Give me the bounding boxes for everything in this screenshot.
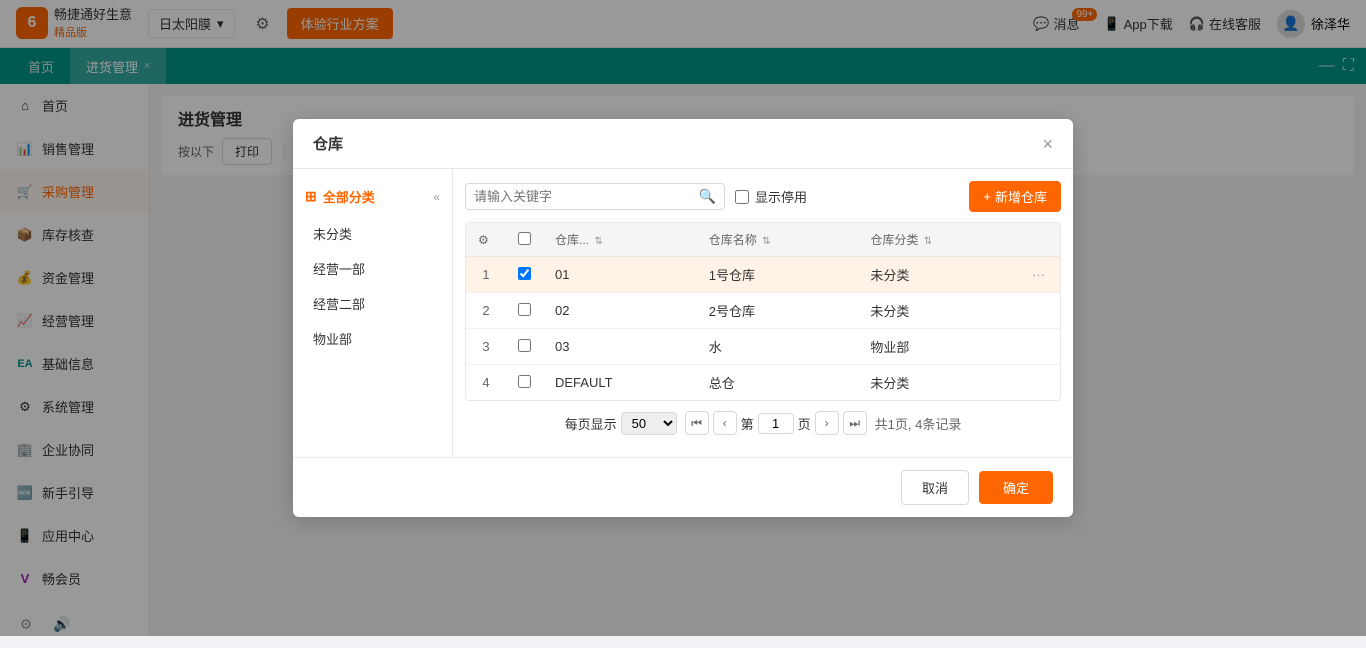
add-warehouse-button[interactable]: + 新增仓库 [969,181,1061,212]
row-code: 03 [543,329,697,365]
modal-content-area: 🔍 显示停用 + 新增仓库 [453,169,1073,457]
plus-icon: + [983,189,991,204]
row-checkbox[interactable] [506,365,543,401]
modal-toolbar: 🔍 显示停用 + 新增仓库 [465,181,1061,212]
row-name: 总仓 [697,365,859,401]
modal-footer: 取消 确定 [293,457,1073,517]
table-row[interactable]: 2 02 2号仓库 未分类 [466,293,1060,329]
row-code: 01 [543,257,697,293]
sort-icon-code: ⇅ [594,236,602,247]
row-name: 2号仓库 [697,293,859,329]
page-navigation: ⏮ ‹ 第 页 › ⏭ [685,411,867,435]
col-category-label: 仓库分类 [870,233,918,247]
table-row[interactable]: 3 03 水 物业部 [466,329,1060,365]
page-unit: 页 [798,414,811,433]
col-name-header: 仓库名称 ⇅ [697,223,859,257]
category-title-label: 全部分类 [323,187,375,206]
warehouse-modal: 仓库 × ⊞ 全部分类 « 未分类 经营一部 经营二部 物业部 [293,119,1073,517]
modal-header: 仓库 × [293,119,1073,169]
row-category: 物业部 [858,329,1020,365]
page-summary: 共1页, 4条记录 [875,414,962,433]
row-actions[interactable] [1020,365,1060,401]
col-settings[interactable]: ⚙ [466,223,506,257]
category-item-ops2[interactable]: 经营二部 [293,286,452,321]
page-label: 第 [741,414,754,433]
row-checkbox[interactable] [506,293,543,329]
modal-sidebar-title: ⊞ 全部分类 [305,187,375,206]
row-category: 未分类 [858,257,1020,293]
col-name-label: 仓库名称 [709,233,757,247]
col-category-header: 仓库分类 ⇅ [858,223,1020,257]
modal-close-button[interactable]: × [1042,135,1053,153]
col-checkbox-header[interactable] [506,223,543,257]
modal-pagination: 每页显示 50 20 100 ⏮ ‹ 第 页 › [465,401,1061,445]
row-num: 2 [466,293,506,329]
row-code: 02 [543,293,697,329]
row-actions[interactable]: ··· [1020,257,1060,293]
per-page-label: 每页显示 [565,414,617,433]
prev-page-button[interactable]: ‹ [713,411,737,435]
row-more-icon[interactable]: ··· [1032,267,1045,282]
row-name: 1号仓库 [697,257,859,293]
row-code: DEFAULT [543,365,697,401]
collapse-button[interactable]: « [433,190,440,204]
row-category: 未分类 [858,365,1020,401]
select-all-checkbox[interactable] [518,232,531,245]
confirm-button[interactable]: 确定 [979,471,1053,504]
row-num: 1 [466,257,506,293]
category-item-ops1[interactable]: 经营一部 [293,251,452,286]
row-actions[interactable] [1020,293,1060,329]
modal-sidebar-header: ⊞ 全部分类 « [293,181,452,216]
modal-title: 仓库 [313,133,343,154]
show-disabled-area: 显示停用 [735,187,807,206]
search-input[interactable] [474,189,699,204]
add-btn-label: 新增仓库 [995,187,1047,206]
col-code-header: 仓库... ⇅ [543,223,697,257]
next-page-button[interactable]: › [815,411,839,435]
table-row[interactable]: 4 DEFAULT 总仓 未分类 [466,365,1060,401]
col-actions-header [1020,223,1060,257]
row-num: 3 [466,329,506,365]
show-disabled-checkbox[interactable] [735,190,749,204]
grid-icon: ⊞ [305,188,317,205]
row-category: 未分类 [858,293,1020,329]
row-checkbox[interactable] [506,257,543,293]
sort-icon-name: ⇅ [762,236,770,247]
first-page-button[interactable]: ⏮ [685,411,709,435]
search-box: 🔍 [465,183,725,210]
modal-category-sidebar: ⊞ 全部分类 « 未分类 经营一部 经营二部 物业部 [293,169,453,457]
warehouse-table: ⚙ 仓库... ⇅ 仓库名称 ⇅ [465,222,1061,401]
modal-body: ⊞ 全部分类 « 未分类 经营一部 经营二部 物业部 🔍 [293,169,1073,457]
page-size-area: 每页显示 50 20 100 [565,412,677,435]
category-item-unclassified[interactable]: 未分类 [293,216,452,251]
col-code-label: 仓库... [555,233,589,247]
sort-icon-category: ⇅ [924,236,932,247]
show-disabled-label: 显示停用 [755,187,807,206]
category-item-property[interactable]: 物业部 [293,321,452,356]
row-name: 水 [697,329,859,365]
page-input[interactable] [758,413,794,434]
row-checkbox[interactable] [506,329,543,365]
row-num: 4 [466,365,506,401]
modal-overlay: 仓库 × ⊞ 全部分类 « 未分类 经营一部 经营二部 物业部 [0,0,1366,636]
per-page-select[interactable]: 50 20 100 [621,412,677,435]
search-icon[interactable]: 🔍 [699,188,716,205]
last-page-button[interactable]: ⏭ [843,411,867,435]
cancel-button[interactable]: 取消 [901,470,969,505]
row-actions[interactable] [1020,329,1060,365]
table-row[interactable]: 1 01 1号仓库 未分类 ··· [466,257,1060,293]
